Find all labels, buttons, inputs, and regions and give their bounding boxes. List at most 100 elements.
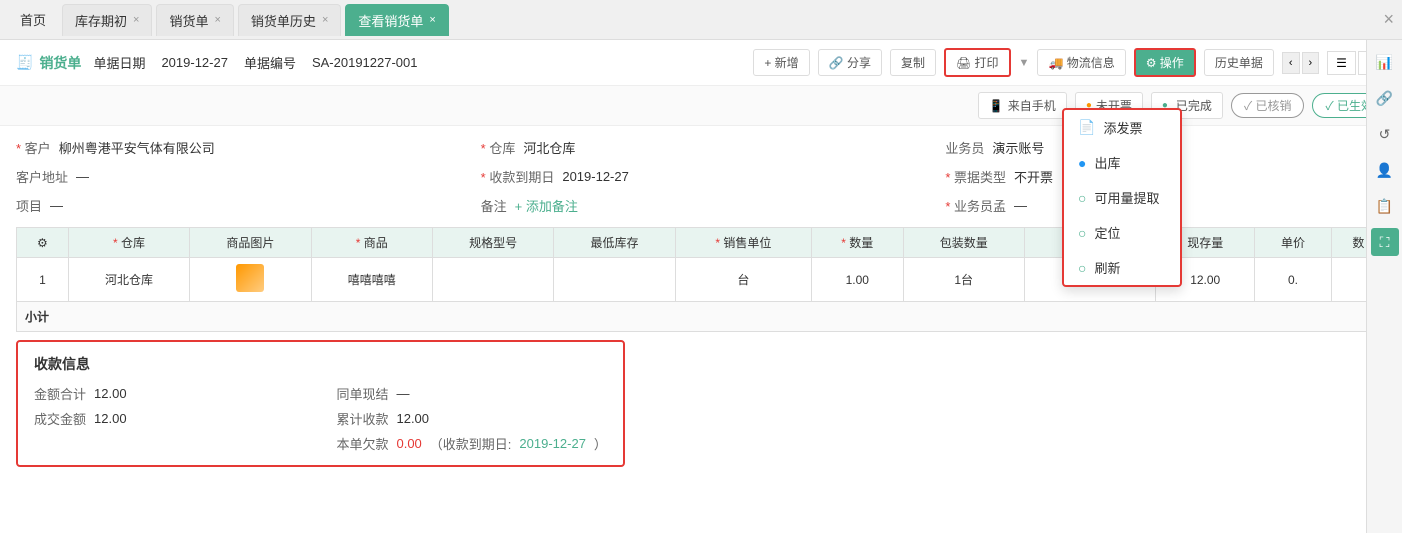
tab-home[interactable]: 首页	[8, 4, 58, 36]
tab-sales-label: 销货单	[169, 11, 208, 30]
warehouse-value: 河北仓库	[523, 138, 575, 157]
right-sidebar: 📊 🔗 ↺ 👤 📋 ⛶	[1366, 40, 1402, 533]
col-min-stock: 最低库存	[554, 228, 675, 258]
operate-button[interactable]: ⚙ 操作	[1134, 48, 1196, 77]
new-button[interactable]: + 新增	[753, 49, 809, 76]
sidebar-expand-icon[interactable]: ⛶	[1371, 228, 1399, 256]
address-label: 客户地址	[16, 167, 68, 186]
col-warehouse: * 仓库	[68, 228, 189, 258]
note-row: 备注 + 添加备注	[481, 196, 922, 215]
sales-value: —	[1014, 198, 1027, 213]
add-note-btn[interactable]: + 添加备注	[515, 196, 578, 215]
locate-label: 定位	[1094, 223, 1120, 242]
payment-grid: 金额合计 12.00 成交金额 12.00 同单现结 — 累计收款	[34, 384, 607, 453]
nav-arrows: ‹ ›	[1282, 52, 1319, 74]
ticket-type-label: 票据类型	[945, 167, 1006, 186]
row-img	[190, 258, 311, 302]
form-area: 客户 柳州粤港平安气体有限公司 仓库 河北仓库 业务员 演示账号 客户地址 — …	[0, 126, 1402, 227]
subtotal-label: 小计	[17, 302, 1386, 332]
project-value: —	[50, 198, 63, 213]
due-date-value: 2019-12-27	[562, 169, 629, 184]
cumulative-label: 累计收款	[336, 409, 388, 428]
phone-btn[interactable]: 📱 来自手机	[978, 92, 1067, 119]
locate-icon: ○	[1078, 225, 1086, 241]
available-label: 可用量提取	[1094, 188, 1159, 207]
dropdown-arrow[interactable]: ▼	[1019, 57, 1030, 69]
address-row: 客户地址 —	[16, 167, 457, 186]
project-label: 项目	[16, 196, 42, 215]
invoice-icon: 📄	[1078, 119, 1095, 136]
col-unit: * 销售单位	[675, 228, 811, 258]
tab-inventory-close[interactable]: ×	[133, 14, 139, 26]
total-value: 12.00	[94, 386, 127, 401]
doc-number-label: 单据编号	[244, 53, 296, 72]
project-row: 项目 —	[16, 196, 457, 215]
sales-label: 业务员孟	[945, 196, 1006, 215]
share-button[interactable]: 🔗 分享	[818, 49, 882, 76]
tab-view-sales[interactable]: 查看销货单 ×	[345, 4, 448, 36]
doc-date-value: 2019-12-27	[161, 55, 228, 70]
row-product: 嘻嘻嘻嘻	[311, 258, 432, 302]
col-price: 单价	[1255, 228, 1332, 258]
owe-row: 本单欠款 0.00 （收款到期日: 2019-12-27 ）	[336, 434, 606, 453]
cumulative-value: 12.00	[396, 411, 429, 426]
cancel-status-btn[interactable]: ✓ 已核销	[1231, 93, 1305, 118]
tab-inventory-label: 库存期初	[75, 11, 127, 30]
tab-inventory[interactable]: 库存期初 ×	[62, 4, 152, 36]
refresh-icon: ○	[1078, 260, 1086, 276]
customer-value: 柳州粤港平安气体有限公司	[59, 138, 215, 157]
customer-row: 客户 柳州粤港平安气体有限公司	[16, 138, 457, 157]
tab-sales[interactable]: 销货单 ×	[156, 4, 233, 36]
sidebar-refresh-icon[interactable]: ↺	[1371, 120, 1399, 148]
col-product: * 商品	[311, 228, 432, 258]
global-close[interactable]: ×	[1383, 9, 1394, 30]
dropdown-available[interactable]: ○ 可用量提取	[1064, 180, 1180, 215]
list-view-btn[interactable]: ☰	[1327, 51, 1356, 75]
same-order-value: —	[396, 386, 409, 401]
col-img: 商品图片	[190, 228, 311, 258]
employee-value: 演示账号	[992, 138, 1044, 157]
owe-label: 本单欠款	[336, 434, 388, 453]
doc-meta: 单据日期 2019-12-27 单据编号 SA-20191227-001	[93, 53, 417, 72]
logistics-button[interactable]: 🚚 物流信息	[1037, 49, 1125, 76]
dropdown-outbound[interactable]: ● 出库	[1064, 145, 1180, 180]
sidebar-doc-icon[interactable]: 📋	[1371, 192, 1399, 220]
sidebar-user-icon[interactable]: 👤	[1371, 156, 1399, 184]
col-settings[interactable]: ⚙	[17, 228, 69, 258]
tab-home-label: 首页	[20, 10, 46, 29]
sidebar-chart-icon[interactable]: 📊	[1371, 48, 1399, 76]
dropdown-locate[interactable]: ○ 定位	[1064, 215, 1180, 250]
row-spec	[432, 258, 553, 302]
next-arrow[interactable]: ›	[1302, 52, 1320, 74]
copy-button[interactable]: 复制	[890, 49, 936, 76]
available-icon: ○	[1078, 190, 1086, 206]
tab-view-sales-close[interactable]: ×	[429, 14, 435, 26]
row-qty: 1.00	[812, 258, 904, 302]
doc-title-text: 销货单	[39, 53, 81, 73]
doc-date-label: 单据日期	[93, 53, 145, 72]
total-row: 金额合计 12.00	[34, 384, 304, 403]
history-button[interactable]: 历史单据	[1204, 49, 1274, 76]
row-num: 1	[17, 258, 69, 302]
tab-sales-history-label: 销货单历史	[251, 11, 316, 30]
dropdown-add-invoice[interactable]: 📄 添发票	[1064, 110, 1180, 145]
row-pack-qty: 1台	[903, 258, 1024, 302]
tab-sales-close[interactable]: ×	[214, 14, 220, 26]
payment-info: 收款信息 金额合计 12.00 成交金额 12.00 同单现结 —	[16, 340, 625, 467]
tab-sales-history[interactable]: 销货单历史 ×	[238, 4, 341, 36]
dropdown-refresh[interactable]: ○ 刷新	[1064, 250, 1180, 285]
print-button[interactable]: 🖨 打印	[944, 48, 1011, 77]
payment-title: 收款信息	[34, 354, 607, 374]
owe-date: 2019-12-27	[519, 436, 586, 451]
same-order-label: 同单现结	[336, 384, 388, 403]
doc-number-value: SA-20191227-001	[312, 55, 418, 70]
customer-label: 客户	[16, 138, 51, 157]
owe-value: 0.00	[396, 436, 421, 451]
product-thumbnail	[236, 264, 264, 292]
sidebar-link-icon[interactable]: 🔗	[1371, 84, 1399, 112]
prev-arrow[interactable]: ‹	[1282, 52, 1300, 74]
row-price: 0.	[1255, 258, 1332, 302]
sub-toolbar: 📱 来自手机 未开票 已完成 ✓ 已核销 ✓ 已生效	[0, 86, 1402, 126]
doc-actions: + 新增 🔗 分享 复制 🖨 打印 ▼ 🚚 物流信息 ⚙ 操作 历史单据 ‹ ›…	[753, 48, 1386, 77]
tab-sales-history-close[interactable]: ×	[322, 14, 328, 26]
